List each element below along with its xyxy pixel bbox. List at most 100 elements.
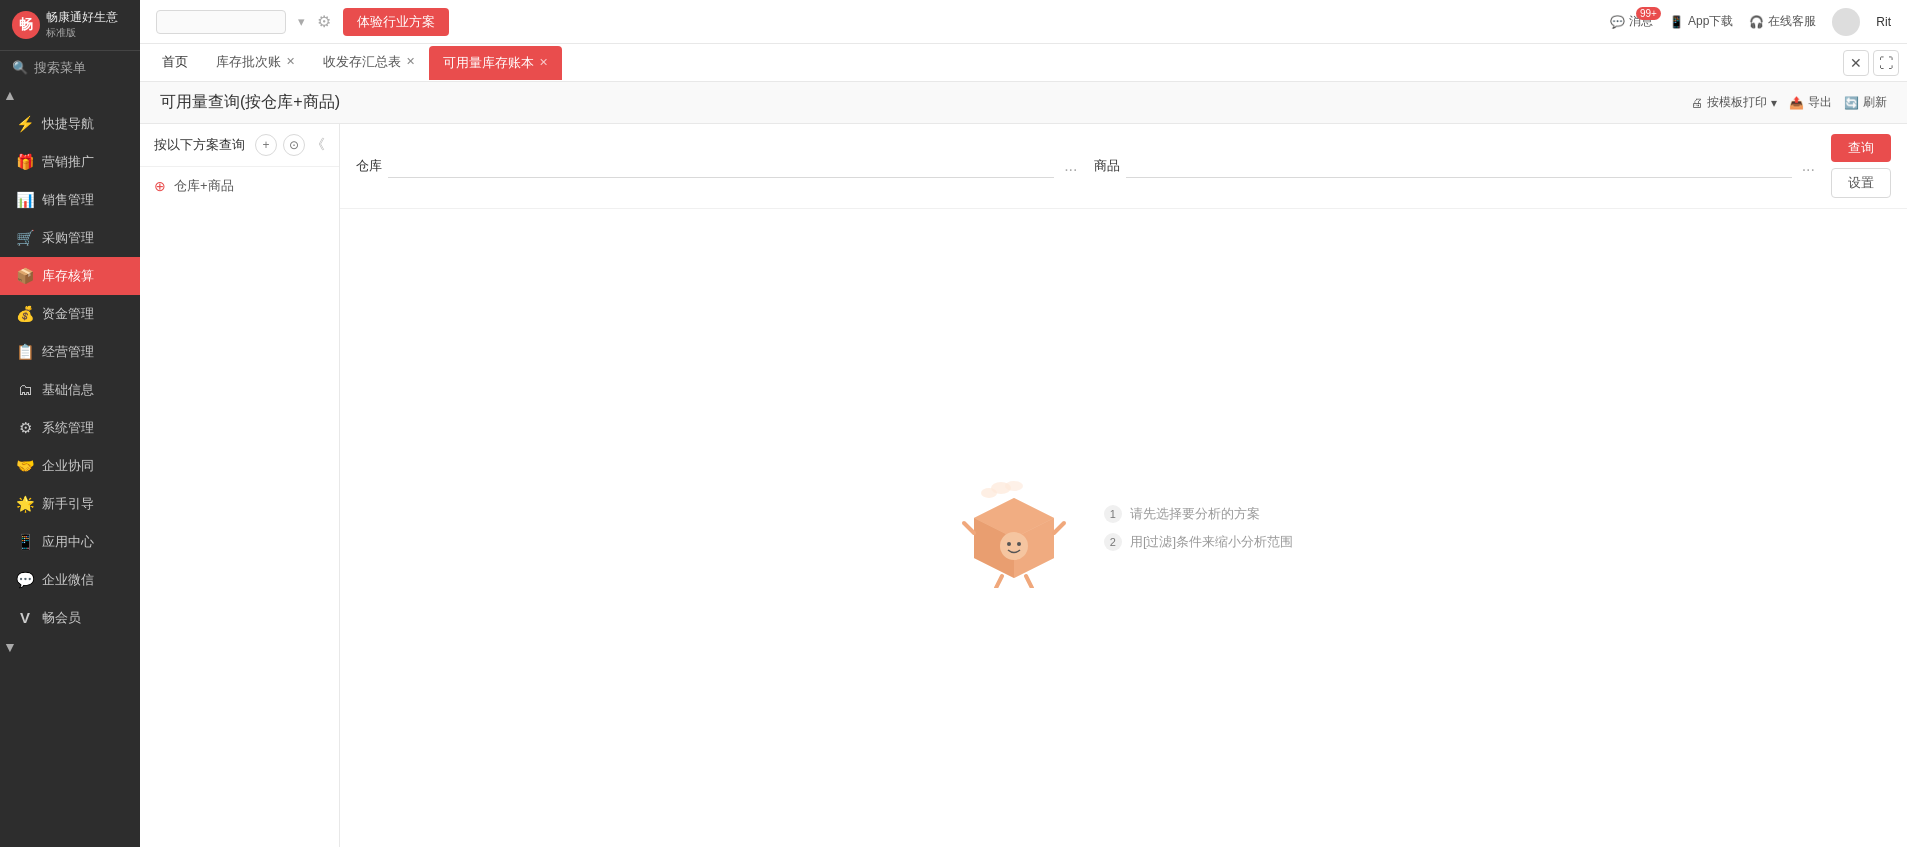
message-btn[interactable]: 💬 消息 99+ <box>1610 13 1653 30</box>
purchase-label: 采购管理 <box>42 229 94 247</box>
sidebar-item-quick-nav[interactable]: ⚡ 快捷导航 <box>0 105 140 143</box>
app-download-btn[interactable]: 📱 App下载 <box>1669 13 1733 30</box>
svg-line-10 <box>1026 576 1032 588</box>
brand: 畅 畅康通好生意 标准版 <box>12 10 128 40</box>
app-download-label: App下载 <box>1688 13 1733 30</box>
print-label: 按模板打印 <box>1707 94 1767 111</box>
tab-receive-summary-close[interactable]: ✕ <box>406 55 415 68</box>
quick-nav-icon: ⚡ <box>16 115 34 133</box>
svg-line-9 <box>996 576 1002 588</box>
sidebar-search[interactable]: 🔍 搜索菜单 <box>0 51 140 85</box>
topbar-right: 💬 消息 99+ 📱 App下载 🎧 在线客服 Rit <box>1610 8 1891 36</box>
sidebar-item-operations[interactable]: 📋 经营管理 <box>0 333 140 371</box>
scroll-down-btn[interactable]: ▼ <box>0 637 20 657</box>
export-btn[interactable]: 📤 导出 <box>1789 94 1832 111</box>
tab-home[interactable]: 首页 <box>148 45 202 81</box>
main-panel: 仓库 ... 商品 ... 查询 设置 <box>340 124 1907 847</box>
tab-available-ledger-close[interactable]: ✕ <box>539 56 548 69</box>
print-btn[interactable]: 🖨 按模板打印 ▾ <box>1691 94 1777 111</box>
page-actions: 🖨 按模板打印 ▾ 📤 导出 🔄 刷新 <box>1691 94 1887 111</box>
topbar-search-input[interactable] <box>156 10 286 34</box>
tab-batch-ledger-label: 库存批次账 <box>216 53 281 71</box>
product-input[interactable] <box>1126 154 1792 178</box>
quick-nav-label: 快捷导航 <box>42 115 94 133</box>
user-avatar[interactable] <box>1832 8 1860 36</box>
message-badge: 99+ <box>1636 7 1661 20</box>
sidebar-item-newuser[interactable]: 🌟 新手引导 <box>0 485 140 523</box>
sidebar-item-sales[interactable]: 📊 销售管理 <box>0 181 140 219</box>
query-actions: 查询 设置 <box>1831 134 1891 198</box>
content-area: 按以下方案查询 + ⊙ 《 ⊕ 仓库+商品 仓库 ... <box>140 124 1907 847</box>
scroll-up-btn[interactable]: ▲ <box>0 85 20 105</box>
sidebar-item-wechat[interactable]: 💬 企业微信 <box>0 561 140 599</box>
inventory-label: 库存核算 <box>42 267 94 285</box>
purchase-icon: 🛒 <box>16 229 34 247</box>
tab-close-all-btn[interactable]: ✕ <box>1843 50 1869 76</box>
topbar-chevron-icon[interactable]: ▾ <box>298 14 305 29</box>
sales-label: 销售管理 <box>42 191 94 209</box>
warehouse-field: 仓库 ... <box>356 154 1078 178</box>
sidebar-item-appstore[interactable]: 📱 应用中心 <box>0 523 140 561</box>
filter-item-label: 仓库+商品 <box>174 177 234 195</box>
wechat-label: 企业微信 <box>42 571 94 589</box>
marketing-label: 营销推广 <box>42 153 94 171</box>
tip-item-2: 2 用[过滤]条件来缩小分析范围 <box>1104 533 1293 551</box>
warehouse-label: 仓库 <box>356 157 382 175</box>
tab-batch-ledger[interactable]: 库存批次账 ✕ <box>202 45 309 81</box>
nav-list: ▲ ⚡ 快捷导航 🎁 营销推广 📊 销售管理 🛒 采购管理 📦 库存核算 💰 资… <box>0 85 140 847</box>
sidebar-item-finance[interactable]: 💰 资金管理 <box>0 295 140 333</box>
refresh-btn[interactable]: 🔄 刷新 <box>1844 94 1887 111</box>
sidebar-item-system[interactable]: ⚙ 系统管理 <box>0 409 140 447</box>
operations-icon: 📋 <box>16 343 34 361</box>
filter-collapse-btn[interactable]: 《 <box>311 136 325 154</box>
empty-tips: 1 请先选择要分析的方案 2 用[过滤]条件来缩小分析范围 <box>1104 505 1293 551</box>
basic-icon: 🗂 <box>16 381 34 398</box>
brand-icon: 畅 <box>12 11 40 39</box>
tab-fullscreen-btn[interactable]: ⛶ <box>1873 50 1899 76</box>
tab-receive-summary-label: 收发存汇总表 <box>323 53 401 71</box>
inventory-icon: 📦 <box>16 267 34 285</box>
topbar-gear-icon[interactable]: ⚙ <box>317 12 331 31</box>
trial-btn[interactable]: 体验行业方案 <box>343 8 449 36</box>
brand-info: 畅康通好生意 标准版 <box>46 10 118 40</box>
sidebar-item-inventory[interactable]: 📦 库存核算 <box>0 257 140 295</box>
sidebar-item-purchase[interactable]: 🛒 采购管理 <box>0 219 140 257</box>
query-btn[interactable]: 查询 <box>1831 134 1891 162</box>
filter-settings-icon[interactable]: ⊙ <box>283 134 305 156</box>
tip-text-2: 用[过滤]条件来缩小分析范围 <box>1130 533 1293 551</box>
appstore-label: 应用中心 <box>42 533 94 551</box>
filter-item-warehouse-product[interactable]: ⊕ 仓库+商品 <box>140 167 339 205</box>
tab-receive-summary[interactable]: 收发存汇总表 ✕ <box>309 45 429 81</box>
warehouse-input[interactable] <box>388 154 1054 178</box>
tab-available-ledger[interactable]: 可用量库存账本 ✕ <box>429 46 562 80</box>
refresh-label: 刷新 <box>1863 94 1887 111</box>
sidebar-item-member[interactable]: V 畅会员 <box>0 599 140 637</box>
sidebar-item-basic[interactable]: 🗂 基础信息 <box>0 371 140 409</box>
page-title: 可用量查询(按仓库+商品) <box>160 92 340 113</box>
sidebar-item-enterprise[interactable]: 🤝 企业协同 <box>0 447 140 485</box>
sidebar-item-marketing[interactable]: 🎁 营销推广 <box>0 143 140 181</box>
message-icon: 💬 <box>1610 15 1625 29</box>
print-chevron-icon: ▾ <box>1771 96 1777 110</box>
warehouse-dots[interactable]: ... <box>1064 157 1077 175</box>
svg-line-8 <box>1054 523 1064 533</box>
service-label: 在线客服 <box>1768 13 1816 30</box>
product-dots[interactable]: ... <box>1802 157 1815 175</box>
member-label: 畅会员 <box>42 609 81 627</box>
topbar: ▾ ⚙ 体验行业方案 💬 消息 99+ 📱 App下载 🎧 在线客服 Rit <box>140 0 1907 44</box>
online-service-btn[interactable]: 🎧 在线客服 <box>1749 13 1816 30</box>
sidebar: 畅 畅康通好生意 标准版 🔍 搜索菜单 ▲ ⚡ 快捷导航 🎁 营销推广 📊 销售… <box>0 0 140 847</box>
tab-batch-ledger-close[interactable]: ✕ <box>286 55 295 68</box>
username-label: Rit <box>1876 15 1891 29</box>
filter-title: 按以下方案查询 <box>154 136 245 154</box>
product-field: 商品 ... <box>1094 154 1816 178</box>
tip-text-1: 请先选择要分析的方案 <box>1130 505 1260 523</box>
page-header: 可用量查询(按仓库+商品) 🖨 按模板打印 ▾ 📤 导出 🔄 刷新 <box>140 82 1907 124</box>
app-icon: 📱 <box>1669 15 1684 29</box>
refresh-icon: 🔄 <box>1844 96 1859 110</box>
tab-available-ledger-label: 可用量库存账本 <box>443 54 534 72</box>
filter-add-btn[interactable]: + <box>255 134 277 156</box>
settings-btn[interactable]: 设置 <box>1831 168 1891 198</box>
enterprise-label: 企业协同 <box>42 457 94 475</box>
search-label: 搜索菜单 <box>34 59 86 77</box>
